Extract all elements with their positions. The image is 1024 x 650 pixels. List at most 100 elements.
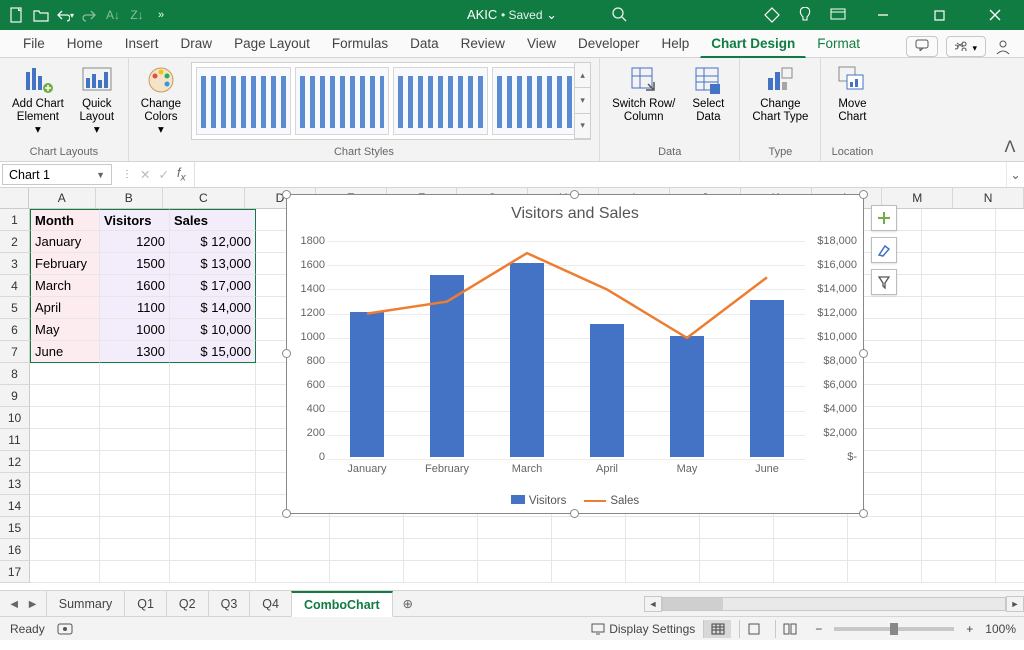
- cell[interactable]: [170, 363, 256, 385]
- cell[interactable]: [100, 539, 170, 561]
- cell[interactable]: [996, 429, 1024, 451]
- name-box[interactable]: Chart 1▼: [2, 164, 112, 185]
- cell[interactable]: 1500: [100, 253, 170, 275]
- cell[interactable]: [170, 517, 256, 539]
- cell[interactable]: [996, 451, 1024, 473]
- diamond-icon[interactable]: [764, 7, 780, 23]
- row-header[interactable]: 11: [0, 429, 30, 451]
- sheet-tab-summary[interactable]: Summary: [46, 591, 125, 616]
- gallery-more-icon[interactable]: ▾: [575, 114, 590, 139]
- cell[interactable]: April: [30, 297, 100, 319]
- formula-input[interactable]: [195, 162, 1006, 187]
- page-break-view-icon[interactable]: [775, 620, 803, 638]
- row-header[interactable]: 15: [0, 517, 30, 539]
- tab-help[interactable]: Help: [651, 31, 701, 58]
- cell[interactable]: May: [30, 319, 100, 341]
- redo-icon[interactable]: [80, 6, 98, 24]
- chart-legend[interactable]: Visitors Sales: [287, 495, 863, 507]
- cell[interactable]: [848, 539, 922, 561]
- cell[interactable]: Visitors: [100, 209, 170, 231]
- cell[interactable]: [996, 539, 1024, 561]
- cell[interactable]: [170, 385, 256, 407]
- cell[interactable]: 1100: [100, 297, 170, 319]
- change-chart-type-button[interactable]: Change Chart Type: [748, 62, 812, 126]
- sheet-nav-next-icon[interactable]: ►: [26, 597, 38, 611]
- horizontal-scrollbar[interactable]: ◄ ►: [644, 591, 1024, 616]
- cell[interactable]: [330, 539, 404, 561]
- gallery-up-icon[interactable]: ▴: [575, 63, 590, 88]
- tab-format[interactable]: Format: [806, 31, 871, 58]
- row-header[interactable]: 2: [0, 231, 30, 253]
- zoom-slider[interactable]: [834, 627, 954, 631]
- cell[interactable]: [996, 363, 1024, 385]
- chart-title[interactable]: Visitors and Sales: [287, 205, 863, 223]
- change-colors-button[interactable]: Change Colors ▾: [137, 62, 185, 140]
- cell[interactable]: [700, 561, 774, 583]
- cell[interactable]: $ 17,000: [170, 275, 256, 297]
- cell[interactable]: [552, 561, 626, 583]
- worksheet-grid[interactable]: ABCDEFGHIJKLMN 1234567891011121314151617…: [0, 188, 1024, 590]
- col-header[interactable]: N: [953, 188, 1024, 209]
- cell[interactable]: [700, 539, 774, 561]
- fx-icon[interactable]: fx: [177, 166, 186, 184]
- cell[interactable]: [996, 517, 1024, 539]
- cell[interactable]: [996, 319, 1024, 341]
- cell[interactable]: [170, 539, 256, 561]
- cell[interactable]: [256, 517, 330, 539]
- cell[interactable]: [30, 517, 100, 539]
- cell[interactable]: [30, 473, 100, 495]
- cell[interactable]: [30, 363, 100, 385]
- cell[interactable]: [100, 473, 170, 495]
- cell[interactable]: [996, 473, 1024, 495]
- row-header[interactable]: 5: [0, 297, 30, 319]
- cell[interactable]: [552, 517, 626, 539]
- account-icon[interactable]: [994, 38, 1012, 56]
- tab-insert[interactable]: Insert: [114, 31, 170, 58]
- chart-style-gallery[interactable]: ▴ ▾ ▾: [191, 62, 591, 140]
- tab-file[interactable]: File: [12, 31, 56, 58]
- sheet-tab-q2[interactable]: Q2: [166, 591, 209, 616]
- cell[interactable]: March: [30, 275, 100, 297]
- confirm-formula-icon[interactable]: ✓: [158, 167, 168, 182]
- tab-page-layout[interactable]: Page Layout: [223, 31, 321, 58]
- scroll-right-icon[interactable]: ►: [1006, 596, 1024, 612]
- cell[interactable]: [996, 275, 1024, 297]
- collapse-ribbon-icon[interactable]: ᐱ: [996, 58, 1024, 161]
- row-header[interactable]: 4: [0, 275, 30, 297]
- cell[interactable]: 1000: [100, 319, 170, 341]
- cell[interactable]: [774, 517, 848, 539]
- line-series[interactable]: [367, 253, 767, 338]
- sheet-tab-combochart[interactable]: ComboChart: [291, 591, 393, 617]
- cell[interactable]: [922, 231, 996, 253]
- zoom-in-button[interactable]: +: [962, 622, 977, 636]
- undo-icon[interactable]: ▾: [56, 6, 74, 24]
- cell[interactable]: [922, 473, 996, 495]
- sheet-tab-q1[interactable]: Q1: [124, 591, 167, 616]
- expand-fxbar-icon[interactable]: ⌄: [1006, 162, 1024, 187]
- cell[interactable]: [996, 297, 1024, 319]
- tab-review[interactable]: Review: [450, 31, 516, 58]
- chart-filters-button[interactable]: [871, 269, 897, 295]
- row-header[interactable]: 9: [0, 385, 30, 407]
- cell[interactable]: [996, 231, 1024, 253]
- row-header[interactable]: 6: [0, 319, 30, 341]
- scroll-left-icon[interactable]: ◄: [644, 596, 662, 612]
- cell[interactable]: [100, 385, 170, 407]
- new-file-icon[interactable]: [8, 6, 26, 24]
- cell[interactable]: [100, 451, 170, 473]
- namebox-dropdown-icon[interactable]: ⋮: [122, 169, 132, 180]
- cell[interactable]: $ 12,000: [170, 231, 256, 253]
- cell[interactable]: [922, 539, 996, 561]
- cell[interactable]: [100, 517, 170, 539]
- cell[interactable]: February: [30, 253, 100, 275]
- cell[interactable]: 1300: [100, 341, 170, 363]
- close-button[interactable]: [976, 0, 1014, 30]
- maximize-button[interactable]: [920, 0, 958, 30]
- tab-view[interactable]: View: [516, 31, 567, 58]
- cell[interactable]: [626, 561, 700, 583]
- cell[interactable]: [478, 561, 552, 583]
- sheet-nav-prev-icon[interactable]: ◄: [8, 597, 20, 611]
- open-file-icon[interactable]: [32, 6, 50, 24]
- cell[interactable]: [100, 407, 170, 429]
- macro-record-icon[interactable]: [57, 623, 73, 635]
